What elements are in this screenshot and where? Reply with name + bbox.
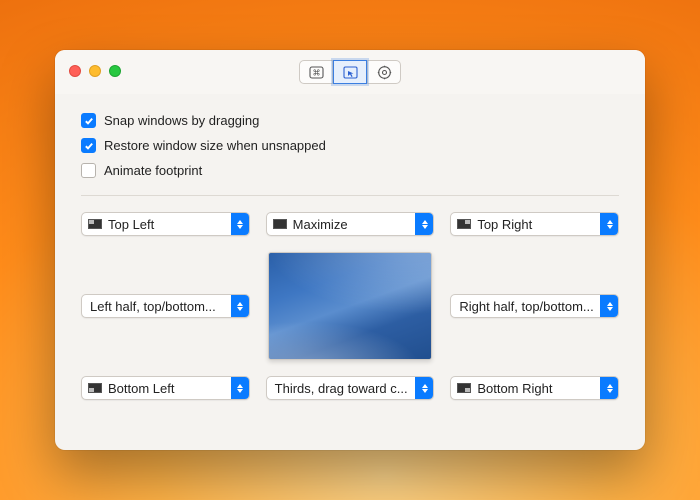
bottom-right-icon — [457, 383, 471, 393]
desktop-preview — [268, 252, 432, 360]
top-popup[interactable]: Maximize — [266, 212, 435, 236]
left-label: Left half, top/bottom... — [82, 299, 231, 314]
minimize-window-button[interactable] — [89, 65, 101, 77]
right-popup[interactable]: Right half, top/bottom... — [450, 294, 619, 318]
restore-size-row[interactable]: Restore window size when unsnapped — [81, 133, 619, 158]
snap-by-dragging-row[interactable]: Snap windows by dragging — [81, 108, 619, 133]
left-popup[interactable]: Left half, top/bottom... — [81, 294, 250, 318]
bottom-right-label: Bottom Right — [477, 381, 600, 396]
animate-footprint-row[interactable]: Animate footprint — [81, 158, 619, 183]
right-label: Right half, top/bottom... — [451, 299, 600, 314]
top-left-popup[interactable]: Top Left — [81, 212, 250, 236]
zoom-window-button[interactable] — [109, 65, 121, 77]
top-right-label: Top Right — [477, 217, 600, 232]
top-label: Maximize — [293, 217, 416, 232]
command-icon: ⌘ — [309, 66, 324, 79]
top-left-label: Top Left — [108, 217, 231, 232]
stepper-icon — [415, 213, 433, 235]
bottom-popup[interactable]: Thirds, drag toward c... — [266, 376, 435, 400]
bottom-left-icon — [88, 383, 102, 393]
snap-by-dragging-label: Snap windows by dragging — [104, 113, 259, 128]
stepper-icon — [231, 295, 249, 317]
animate-footprint-label: Animate footprint — [104, 163, 202, 178]
titlebar: ⌘ — [55, 50, 645, 94]
snap-by-dragging-checkbox[interactable] — [81, 113, 96, 128]
restore-size-checkbox[interactable] — [81, 138, 96, 153]
bottom-left-popup[interactable]: Bottom Left — [81, 376, 250, 400]
settings-tab[interactable] — [367, 60, 401, 84]
top-right-icon — [457, 219, 471, 229]
stepper-icon — [600, 377, 618, 399]
cursor-window-icon — [343, 66, 358, 79]
snapping-tab[interactable] — [333, 60, 367, 84]
stepper-icon — [600, 213, 618, 235]
animate-footprint-checkbox[interactable] — [81, 163, 96, 178]
toolbar-tabs: ⌘ — [299, 60, 401, 84]
bottom-right-popup[interactable]: Bottom Right — [450, 376, 619, 400]
top-right-popup[interactable]: Top Right — [450, 212, 619, 236]
window-controls — [69, 65, 121, 77]
preferences-window: ⌘ Snap windows by dragging Restore windo… — [55, 50, 645, 450]
bottom-left-label: Bottom Left — [108, 381, 231, 396]
divider — [81, 195, 619, 196]
stepper-icon — [415, 377, 433, 399]
restore-size-label: Restore window size when unsnapped — [104, 138, 326, 153]
gear-icon — [377, 65, 392, 80]
stepper-icon — [600, 295, 618, 317]
snap-position-grid: Top Left Maximize Top Right Left half, t… — [81, 212, 619, 400]
content-area: Snap windows by dragging Restore window … — [55, 94, 645, 450]
maximize-icon — [273, 219, 287, 229]
stepper-icon — [231, 213, 249, 235]
shortcuts-tab[interactable]: ⌘ — [299, 60, 333, 84]
bottom-label: Thirds, drag toward c... — [267, 381, 416, 396]
svg-text:⌘: ⌘ — [312, 68, 320, 77]
close-window-button[interactable] — [69, 65, 81, 77]
top-left-icon — [88, 219, 102, 229]
stepper-icon — [231, 377, 249, 399]
